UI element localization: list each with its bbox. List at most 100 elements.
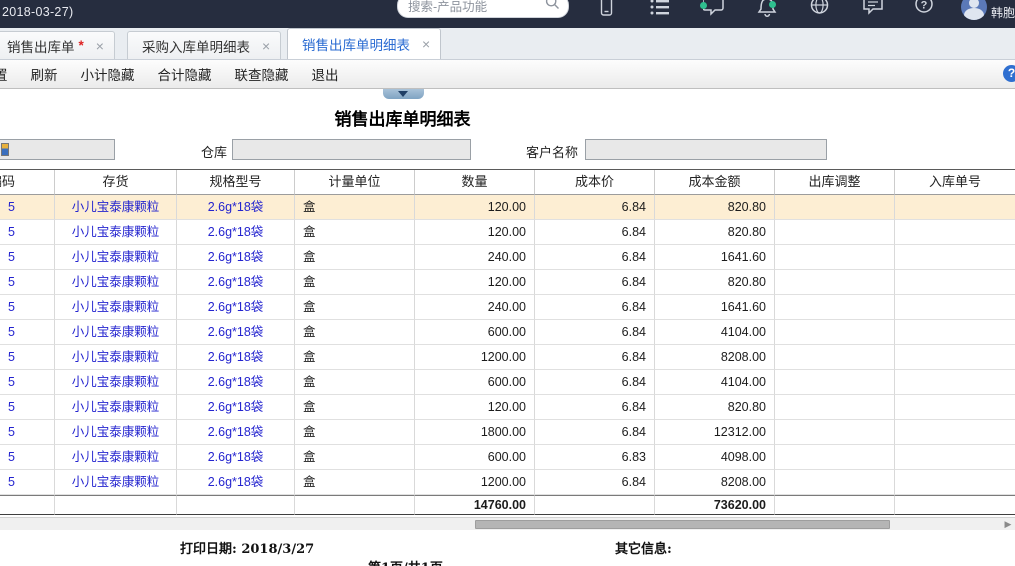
horizontal-scrollbar[interactable]: ▶: [0, 517, 1015, 530]
table-cell-link[interactable]: 5: [0, 395, 55, 420]
table-cell: [895, 320, 1015, 345]
table-cell-link[interactable]: 2.6g*18袋: [177, 395, 295, 420]
table-row[interactable]: 5 小儿宝泰康颗粒 2.6g*18袋盒 1200.00 6.84 8208.00: [0, 345, 1015, 370]
tab-close-icon[interactable]: ×: [262, 38, 270, 54]
mobile-icon[interactable]: [599, 0, 614, 18]
refresh-button[interactable]: 刷新: [27, 62, 62, 86]
table-cell-link[interactable]: 小儿宝泰康颗粒: [55, 345, 177, 370]
table-cell: [775, 245, 895, 270]
table-cell-link[interactable]: 5: [0, 370, 55, 395]
table-cell-link[interactable]: 5: [0, 195, 55, 220]
table-cell-link[interactable]: 2.6g*18袋: [177, 345, 295, 370]
table-cell-link[interactable]: 2.6g*18袋: [177, 195, 295, 220]
search-input[interactable]: 搜索-产品功能: [408, 0, 545, 15]
table-cell: [895, 445, 1015, 470]
table-cell-link[interactable]: 2.6g*18袋: [177, 270, 295, 295]
table-cell-link[interactable]: 5: [0, 445, 55, 470]
table-row[interactable]: 5 小儿宝泰康颗粒 2.6g*18袋盒 240.00 6.84 1641.60: [0, 295, 1015, 320]
table-cell-link[interactable]: 2.6g*18袋: [177, 370, 295, 395]
table-cell-link[interactable]: 小儿宝泰康颗粒: [55, 220, 177, 245]
table-cell-link[interactable]: 5: [0, 245, 55, 270]
customer-name-input[interactable]: [585, 139, 827, 160]
total-cell: [177, 495, 295, 515]
help-icon[interactable]: ?: [915, 0, 933, 18]
notification-bell-icon[interactable]: [757, 0, 777, 18]
table-cell-link[interactable]: 5: [0, 420, 55, 445]
table-header-row: 编码存货规格型号计量单位数量成本价成本金额出库调整入库单号: [0, 169, 1015, 195]
scrollbar-right-arrow-icon[interactable]: ▶: [1002, 519, 1014, 530]
print-date-label: 打印日期:: [180, 542, 237, 557]
table-cell: 240.00: [415, 245, 535, 270]
table-row[interactable]: 5 小儿宝泰康颗粒 2.6g*18袋盒 120.00 6.84 820.80: [0, 220, 1015, 245]
table-cell-link[interactable]: 小儿宝泰康颗粒: [55, 395, 177, 420]
menu-list-icon[interactable]: [650, 0, 670, 18]
table-cell-link[interactable]: 5: [0, 470, 55, 495]
tab-close-icon[interactable]: ×: [422, 36, 430, 52]
table-cell-link[interactable]: 小儿宝泰康颗粒: [55, 195, 177, 220]
table-cell-link[interactable]: 小儿宝泰康颗粒: [55, 470, 177, 495]
globe-icon[interactable]: [810, 0, 829, 18]
message-icon[interactable]: [700, 0, 725, 18]
table-cell: [895, 395, 1015, 420]
table-header-cell: 规格型号: [177, 170, 295, 195]
table-cell-link[interactable]: 5: [0, 270, 55, 295]
table-cell-link[interactable]: 2.6g*18袋: [177, 220, 295, 245]
table-cell-link[interactable]: 小儿宝泰康颗粒: [55, 295, 177, 320]
collapse-handle[interactable]: [383, 89, 424, 99]
warehouse-input[interactable]: [232, 139, 471, 160]
table-cell-link[interactable]: 2.6g*18袋: [177, 245, 295, 270]
subtotal-hide-button[interactable]: 小计隐藏: [77, 62, 139, 86]
table-header-cell: 出库调整: [775, 170, 895, 195]
table-row[interactable]: 5 小儿宝泰康颗粒 2.6g*18袋盒 600.00 6.83 4098.00: [0, 445, 1015, 470]
table-cell-link[interactable]: 5: [0, 320, 55, 345]
table-cell-link[interactable]: 小儿宝泰康颗粒: [55, 370, 177, 395]
table-row[interactable]: 5 小儿宝泰康颗粒 2.6g*18袋盒 1800.00 6.84 12312.00: [0, 420, 1015, 445]
table-cell: 600.00: [415, 445, 535, 470]
table-cell-link[interactable]: 2.6g*18袋: [177, 295, 295, 320]
table-cell: 6.84: [535, 320, 655, 345]
table-header-cell: 数量: [415, 170, 535, 195]
total-cell: [895, 495, 1015, 515]
table-cell-link[interactable]: 2.6g*18袋: [177, 470, 295, 495]
total-hide-button[interactable]: 合计隐藏: [154, 62, 216, 86]
feedback-icon[interactable]: [863, 0, 883, 18]
chevron-down-icon: [398, 91, 408, 97]
scrollbar-thumb[interactable]: [475, 520, 890, 529]
table-cell-link[interactable]: 2.6g*18袋: [177, 320, 295, 345]
date-filter-input[interactable]: [0, 139, 115, 160]
table-cell-link[interactable]: 5: [0, 295, 55, 320]
settings-button[interactable]: 置: [0, 62, 12, 86]
search-box[interactable]: 搜索-产品功能: [397, 0, 569, 18]
table-row[interactable]: 5 小儿宝泰康颗粒 2.6g*18袋盒 120.00 6.84 820.80: [0, 195, 1015, 220]
table-cell-link[interactable]: 小儿宝泰康颗粒: [55, 270, 177, 295]
exit-button[interactable]: 退出: [308, 62, 343, 86]
user-name[interactable]: 韩胞: [991, 4, 1015, 21]
search-icon[interactable]: [545, 0, 560, 15]
table-cell-link[interactable]: 5: [0, 220, 55, 245]
tab-close-icon[interactable]: ×: [96, 38, 104, 54]
table-cell-link[interactable]: 2.6g*18袋: [177, 420, 295, 445]
lookup-icon: [1, 143, 9, 156]
table-cell-link[interactable]: 小儿宝泰康颗粒: [55, 245, 177, 270]
table-cell-link[interactable]: 小儿宝泰康颗粒: [55, 445, 177, 470]
table-row[interactable]: 5 小儿宝泰康颗粒 2.6g*18袋盒 120.00 6.84 820.80: [0, 395, 1015, 420]
table-row[interactable]: 5 小儿宝泰康颗粒 2.6g*18袋盒 120.00 6.84 820.80: [0, 270, 1015, 295]
table-cell-link[interactable]: 2.6g*18袋: [177, 445, 295, 470]
tab-sales-outbound-detail[interactable]: 销售出库单明细表 ×: [287, 28, 442, 59]
user-avatar[interactable]: [961, 0, 987, 20]
other-info-label: 其它信息:: [615, 542, 672, 557]
toolbar-help-icon[interactable]: ?: [1003, 65, 1015, 82]
table-cell-link[interactable]: 小儿宝泰康颗粒: [55, 320, 177, 345]
linkquery-hide-button[interactable]: 联查隐藏: [231, 62, 293, 86]
table-row[interactable]: 5 小儿宝泰康颗粒 2.6g*18袋盒 600.00 6.84 4104.00: [0, 320, 1015, 345]
report-title: 销售出库单明细表: [334, 110, 471, 130]
table-cell-link[interactable]: 小儿宝泰康颗粒: [55, 420, 177, 445]
report-toolbar: 置 刷新 小计隐藏 合计隐藏 联查隐藏 退出: [0, 60, 1015, 89]
table-row[interactable]: 5 小儿宝泰康颗粒 2.6g*18袋盒 240.00 6.84 1641.60: [0, 245, 1015, 270]
modified-marker: *: [78, 38, 84, 53]
table-row[interactable]: 5 小儿宝泰康颗粒 2.6g*18袋盒 600.00 6.84 4104.00: [0, 370, 1015, 395]
table-row[interactable]: 5 小儿宝泰康颗粒 2.6g*18袋盒 1200.00 6.84 8208.00: [0, 470, 1015, 495]
tab-sales-outbound-order[interactable]: 销售出库单 * ×: [0, 31, 115, 59]
table-cell-link[interactable]: 5: [0, 345, 55, 370]
tab-purchase-inbound-detail[interactable]: 采购入库单明细表 ×: [127, 31, 282, 59]
